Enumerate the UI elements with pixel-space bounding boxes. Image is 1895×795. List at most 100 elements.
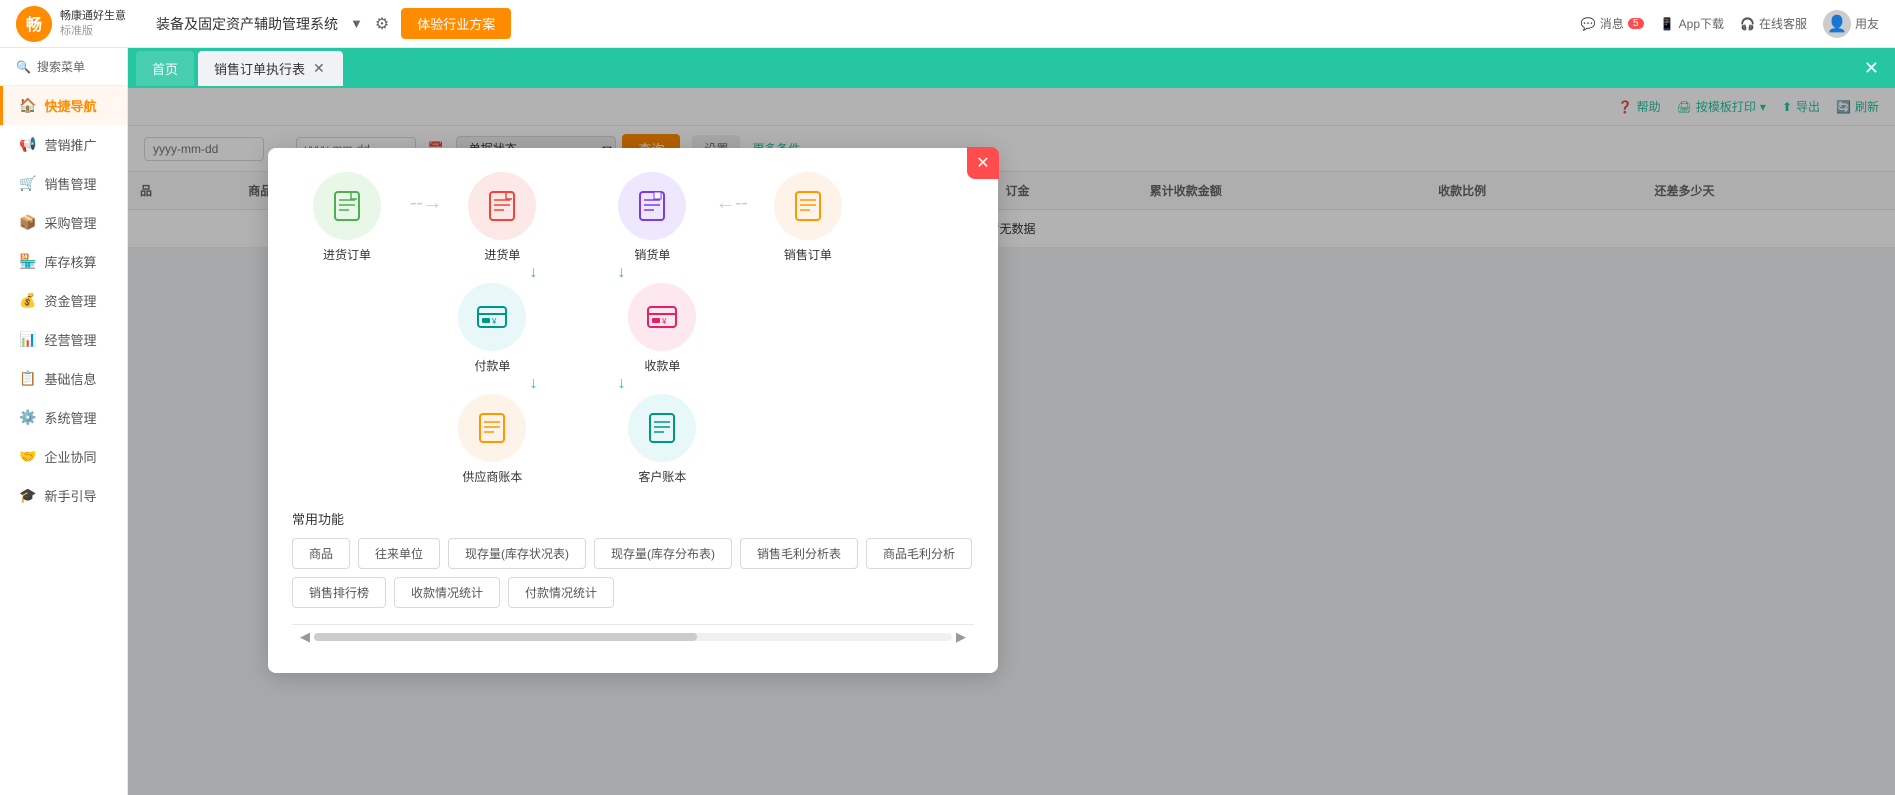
scroll-right-arrow[interactable]: ▶: [956, 629, 966, 645]
top-actions: 💬 消息 5 📱 App下载 🎧 在线客服 👤 用友: [1581, 10, 1879, 38]
sidebar-item-purchase[interactable]: 📦 采购管理: [0, 203, 127, 242]
modal-overlay[interactable]: ✕ 进货: [128, 88, 1895, 795]
user-action[interactable]: 👤 用友: [1823, 10, 1879, 38]
sidebar-item-quick-nav[interactable]: 🏠 快捷导航: [0, 86, 127, 125]
left-flow: 进货订单 - - → 进货单: [292, 172, 557, 485]
flow-node-purchase-order[interactable]: 进货订单: [292, 172, 402, 263]
arrow-down-1: ↓: [292, 263, 557, 283]
sidebar-item-system[interactable]: ⚙️ 系统管理: [0, 398, 127, 437]
purchase-order-circle: [313, 172, 381, 240]
sidebar-item-guide[interactable]: 🎓 新手引导: [0, 476, 127, 515]
arrow-down-receipt: ↓: [617, 263, 625, 283]
flow-node-payment[interactable]: ¥ 付款单: [437, 283, 547, 374]
func-btn-2[interactable]: 现存量(库存状况表): [448, 538, 586, 569]
sidebar-item-marketing[interactable]: 📢 营销推广: [0, 125, 127, 164]
sidebar: 🔍 搜索菜单 🏠 快捷导航 📢 营销推广 🛒 销售管理 📦 采购管理 🏪: [0, 48, 128, 795]
payment-circle: ¥: [458, 283, 526, 351]
sidebar-label-5: 资金管理: [44, 291, 96, 310]
search-label: 搜索菜单: [37, 58, 85, 75]
search-icon: 🔍: [16, 60, 31, 74]
common-functions: 常用功能 商品 往来单位 现存量(库存状况表) 现存量(库存分布表) 销售毛利分…: [292, 509, 974, 608]
tab-sales-order[interactable]: 销售订单执行表 ✕: [198, 51, 343, 86]
avatar: 👤: [1823, 10, 1851, 38]
flow-node-receipt[interactable]: ¥ 收款单: [607, 283, 717, 374]
func-btn-0[interactable]: 商品: [292, 538, 350, 569]
arrow-down-supplier: ↓: [529, 374, 537, 394]
sidebar-item-basic-info[interactable]: 📋 基础信息: [0, 359, 127, 398]
sidebar-item-enterprise[interactable]: 🤝 企业协同: [0, 437, 127, 476]
flow-node-sales-order[interactable]: 销售订单: [753, 172, 863, 263]
arrow-down-payment: ↓: [529, 263, 537, 283]
sales-bill-label: 销货单: [634, 246, 670, 263]
enterprise-icon: 🤝: [19, 448, 36, 465]
logo-text: 畅康通好生意 标准版: [60, 9, 126, 38]
sidebar-label-3: 采购管理: [44, 213, 96, 232]
modal-close-btn[interactable]: ✕: [967, 147, 999, 179]
modal-box: ✕ 进货: [268, 148, 998, 673]
tab-close-btn[interactable]: ✕: [311, 60, 327, 77]
tab-home[interactable]: 首页: [136, 51, 194, 86]
sidebar-item-sales[interactable]: 🛒 销售管理: [0, 164, 127, 203]
sidebar-label-4: 库存核算: [44, 252, 96, 271]
payment-label: 付款单: [474, 357, 510, 374]
common-title: 常用功能: [292, 509, 974, 528]
tab-bar: 首页 销售订单执行表 ✕ ✕: [128, 48, 1895, 88]
receipt-circle: ¥: [628, 283, 696, 351]
flow-node-purchase-bill[interactable]: 进货单: [447, 172, 557, 263]
flow-row-1: 进货订单 - - → 进货单: [292, 172, 557, 263]
flow-section: 进货订单 - - → 进货单: [292, 172, 974, 485]
scrollbar[interactable]: ◀ ▶: [292, 624, 974, 649]
supplier-circle: [458, 394, 526, 462]
search-menu[interactable]: 🔍 搜索菜单: [0, 48, 127, 86]
purchase-bill-label: 进货单: [484, 246, 520, 263]
func-btn-6[interactable]: 销售排行榜: [292, 577, 386, 608]
app-download-action[interactable]: 📱 App下载: [1660, 15, 1724, 32]
svg-text:¥: ¥: [491, 317, 497, 326]
flow-node-supplier-ledger[interactable]: 供应商账本: [437, 394, 547, 485]
payment-row: ¥ 付款单: [292, 283, 557, 374]
sales-order-circle: [774, 172, 842, 240]
logo-subtext: 畅康通好生意: [60, 9, 126, 23]
func-btn-4[interactable]: 销售毛利分析表: [740, 538, 858, 569]
inventory-icon: 🏪: [19, 253, 36, 270]
sidebar-item-finance[interactable]: 💰 资金管理: [0, 281, 127, 320]
arrow-down-customer: ↓: [617, 374, 625, 394]
func-buttons: 商品 往来单位 现存量(库存状况表) 现存量(库存分布表) 销售毛利分析表 商品…: [292, 538, 974, 569]
flow-node-customer-ledger[interactable]: 客户账本: [607, 394, 717, 485]
func-btn-1[interactable]: 往来单位: [358, 538, 440, 569]
app-container: 畅 畅康通好生意 标准版 装备及固定资产辅助管理系统 ▼ ⚙ 体验行业方案 💬 …: [0, 0, 1895, 795]
marketing-icon: 📢: [19, 136, 36, 153]
gear-icon[interactable]: ⚙: [375, 14, 389, 34]
func-btn-3[interactable]: 现存量(库存分布表): [594, 538, 732, 569]
customer-ledger-label: 客户账本: [638, 468, 686, 485]
sidebar-item-operations[interactable]: 📊 经营管理: [0, 320, 127, 359]
user-label: 用友: [1855, 15, 1879, 32]
experience-btn[interactable]: 体验行业方案: [401, 8, 511, 39]
sidebar-item-inventory[interactable]: 🏪 库存核算: [0, 242, 127, 281]
sidebar-label-0: 快捷导航: [44, 96, 96, 115]
dropdown-icon[interactable]: ▼: [350, 16, 363, 31]
scroll-left-arrow[interactable]: ◀: [300, 629, 310, 645]
svg-text:¥: ¥: [661, 317, 667, 326]
operations-icon: 📊: [19, 331, 36, 348]
flow-row-2: 销货单 ← - - 销售订单: [597, 172, 862, 263]
top-bar: 畅 畅康通好生意 标准版 装备及固定资产辅助管理系统 ▼ ⚙ 体验行业方案 💬 …: [0, 0, 1895, 48]
service-label: 在线客服: [1759, 15, 1807, 32]
func-btn-7[interactable]: 收款情况统计: [394, 577, 500, 608]
message-action[interactable]: 💬 消息 5: [1581, 15, 1644, 32]
service-action[interactable]: 🎧 在线客服: [1740, 15, 1807, 32]
close-all-icon[interactable]: ✕: [1856, 58, 1887, 79]
sidebar-label-1: 营销推广: [44, 135, 96, 154]
sidebar-label-8: 系统管理: [44, 408, 96, 427]
arrow-down-4: ↓: [597, 374, 862, 394]
right-flow: 销货单 ← - - 销售订单: [597, 172, 862, 485]
func-btn-8[interactable]: 付款情况统计: [508, 577, 614, 608]
home-icon: 🏠: [19, 97, 36, 114]
purchase-bill-circle: [468, 172, 536, 240]
func-btn-5[interactable]: 商品毛利分析: [866, 538, 972, 569]
system-icon: ⚙️: [19, 409, 36, 426]
app-label: App下载: [1679, 15, 1724, 32]
purchase-icon: 📦: [19, 214, 36, 231]
arrow-left-1: ← - -: [715, 192, 744, 215]
flow-node-sales-bill[interactable]: 销货单: [597, 172, 707, 263]
